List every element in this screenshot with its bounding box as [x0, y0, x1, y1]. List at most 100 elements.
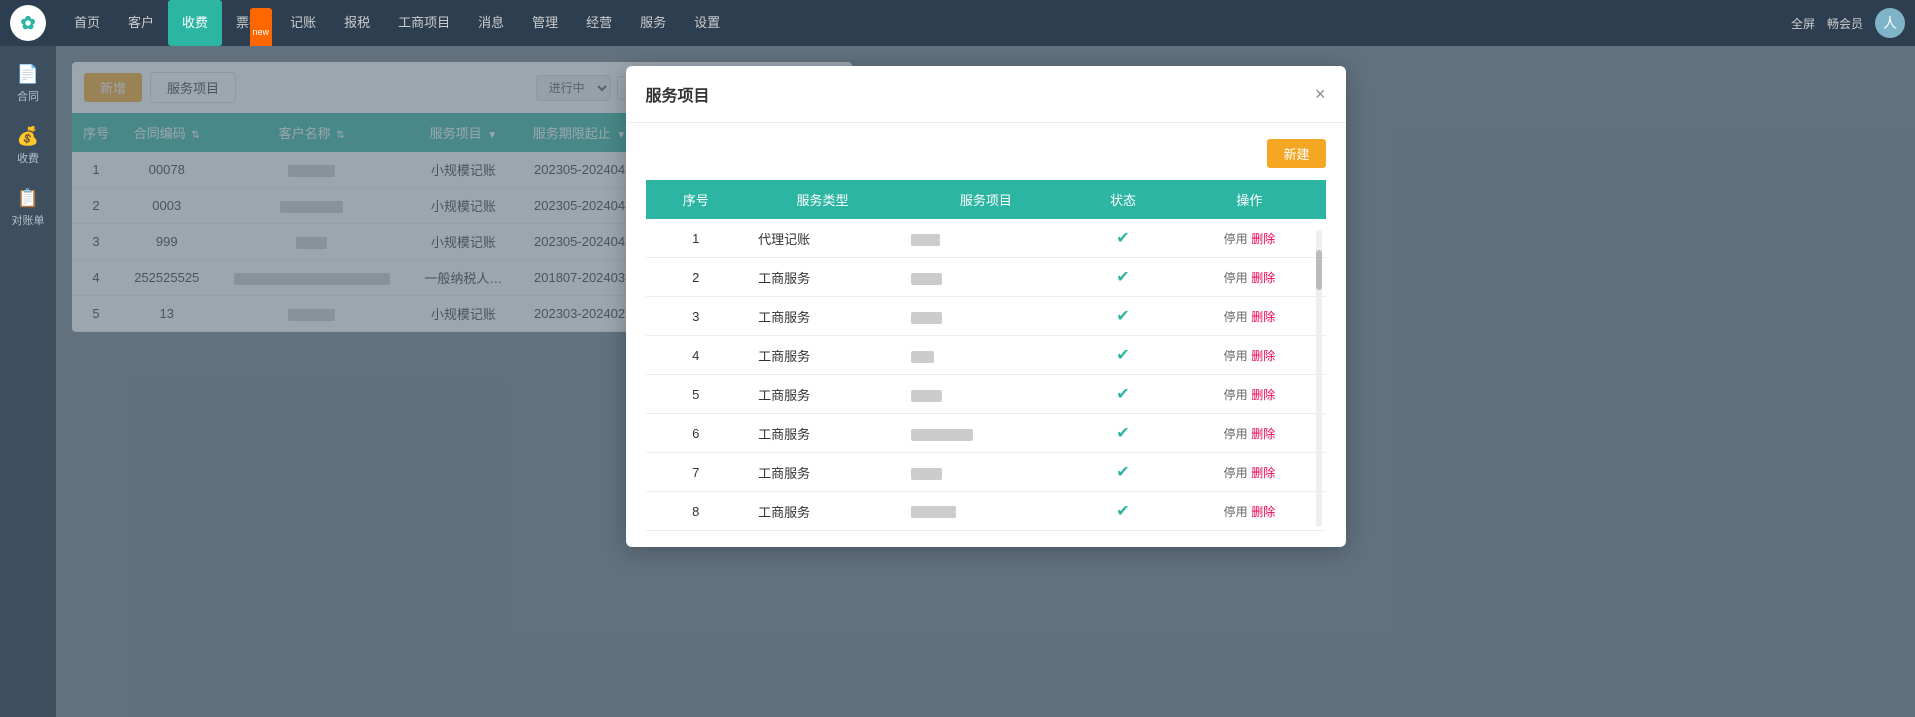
delete-button[interactable]: 删除 [1251, 347, 1275, 364]
modal-cell-status: ✔ [1073, 336, 1174, 375]
sidebar-item-reconcile[interactable]: 📋 对账单 [2, 180, 54, 236]
modal-col-seq: 序号 [646, 180, 747, 219]
nav-charges[interactable]: 收费 [168, 0, 222, 46]
modal-cell-status: ✔ [1073, 297, 1174, 336]
modal-title: 服务项目 [646, 82, 710, 106]
delete-button[interactable]: 删除 [1251, 503, 1275, 520]
modal-cell-seq: 6 [646, 414, 747, 453]
modal-overlay: 服务项目 × 新建 序号 服务类型 服务项目 [56, 46, 1915, 717]
delete-button[interactable]: 删除 [1251, 269, 1275, 286]
modal-cell-type: 工商服务 [746, 297, 899, 336]
sidebar-item-charges[interactable]: 💰 收费 [2, 118, 54, 174]
modal-cell-type: 工商服务 [746, 258, 899, 297]
stop-button[interactable]: 停用 [1224, 269, 1248, 286]
stop-button[interactable]: 停用 [1224, 503, 1248, 520]
modal-cell-type: 代理记账 [746, 219, 899, 258]
modal-cell-status: ✔ [1073, 258, 1174, 297]
service-table: 序号 服务类型 服务项目 状态 操作 1 代理记账 ███1 ✔ 停用 删除 [646, 180, 1326, 531]
list-item: 2 工商服务 ████ ✔ 停用 删除 [646, 258, 1326, 297]
service-modal: 服务项目 × 新建 序号 服务类型 服务项目 [626, 66, 1346, 547]
modal-close-button[interactable]: × [1315, 84, 1326, 105]
modal-cell-item: ████ [899, 375, 1073, 414]
scrollbar-thumb[interactable] [1316, 250, 1322, 290]
modal-cell-action: 停用 删除 [1173, 375, 1325, 414]
sidebar-item-contract[interactable]: 📄 合同 [2, 56, 54, 112]
list-item: 7 工商服务 ████ ✔ 停用 删除 [646, 453, 1326, 492]
modal-cell-status: ✔ [1073, 375, 1174, 414]
modal-cell-item: ███1 [899, 219, 1073, 258]
modal-cell-seq: 2 [646, 258, 747, 297]
modal-header: 服务项目 × [626, 66, 1346, 123]
modal-cell-item: ████ [899, 453, 1073, 492]
stop-button[interactable]: 停用 [1224, 464, 1248, 481]
modal-cell-seq: 8 [646, 492, 747, 531]
stop-button[interactable]: 停用 [1224, 230, 1248, 247]
delete-button[interactable]: 删除 [1251, 230, 1275, 247]
modal-cell-type: 工商服务 [746, 453, 899, 492]
modal-cell-action: 停用 删除 [1173, 414, 1325, 453]
nav-accounting[interactable]: 记账 [276, 0, 330, 46]
sidebar-label-reconcile: 对账单 [12, 215, 45, 227]
nav-tax[interactable]: 报税 [330, 0, 384, 46]
modal-cell-item: ████ [899, 297, 1073, 336]
modal-cell-item: ████ [899, 258, 1073, 297]
stop-button[interactable]: 停用 [1224, 425, 1248, 442]
nav-right: 全屏 畅会员 人 [1791, 8, 1905, 38]
modal-body: 新建 序号 服务类型 服务项目 状态 操作 [626, 123, 1346, 547]
modal-cell-type: 工商服务 [746, 375, 899, 414]
delete-button[interactable]: 删除 [1251, 464, 1275, 481]
list-item: 1 代理记账 ███1 ✔ 停用 删除 [646, 219, 1326, 258]
delete-button[interactable]: 删除 [1251, 386, 1275, 403]
nav-service[interactable]: 服务 [626, 0, 680, 46]
modal-toolbar: 新建 [646, 139, 1326, 168]
modal-cell-status: ✔ [1073, 414, 1174, 453]
modal-cell-seq: 7 [646, 453, 747, 492]
nav-message[interactable]: 消息 [464, 0, 518, 46]
stop-button[interactable]: 停用 [1224, 308, 1248, 325]
modal-cell-action: 停用 删除 [1173, 336, 1325, 375]
modal-cell-seq: 5 [646, 375, 747, 414]
delete-button[interactable]: 删除 [1251, 425, 1275, 442]
charges-icon: 💰 [6, 126, 50, 147]
modal-col-status: 状态 [1073, 180, 1174, 219]
modal-col-type: 服务类型 [746, 180, 899, 219]
modal-cell-status: ✔ [1073, 453, 1174, 492]
modal-col-action: 操作 [1173, 180, 1325, 219]
member-label[interactable]: 畅会员 [1827, 15, 1863, 32]
app-logo: ✿ [10, 5, 46, 41]
list-item: 6 工商服务 ████████ ✔ 停用 删除 [646, 414, 1326, 453]
sidebar: 📄 合同 💰 收费 📋 对账单 [0, 46, 56, 717]
nav-home[interactable]: 首页 [60, 0, 114, 46]
modal-cell-item: ████████ [899, 414, 1073, 453]
nav-industrial[interactable]: 工商项目 [384, 0, 464, 46]
modal-cell-action: 停用 删除 [1173, 258, 1325, 297]
modal-new-button[interactable]: 新建 [1267, 139, 1325, 168]
scrollbar-track[interactable] [1316, 230, 1322, 527]
nav-invoice[interactable]: 票据 new [222, 0, 276, 46]
reconcile-icon: 📋 [6, 188, 50, 209]
modal-cell-action: 停用 删除 [1173, 297, 1325, 336]
modal-cell-status: ✔ [1073, 492, 1174, 531]
delete-button[interactable]: 删除 [1251, 308, 1275, 325]
modal-cell-type: 工商服务 [746, 492, 899, 531]
fullscreen-label[interactable]: 全屏 [1791, 15, 1815, 32]
stop-button[interactable]: 停用 [1224, 347, 1248, 364]
modal-cell-item: ███注册 [899, 492, 1073, 531]
nav-customer[interactable]: 客户 [114, 0, 168, 46]
list-item: 8 工商服务 ███注册 ✔ 停用 删除 [646, 492, 1326, 531]
nav-settings[interactable]: 设置 [680, 0, 734, 46]
list-item: 5 工商服务 ████ ✔ 停用 删除 [646, 375, 1326, 414]
nav-manage[interactable]: 管理 [518, 0, 572, 46]
avatar[interactable]: 人 [1875, 8, 1905, 38]
list-item: 3 工商服务 ████ ✔ 停用 删除 [646, 297, 1326, 336]
list-item: 4 工商服务 ███ ✔ 停用 删除 [646, 336, 1326, 375]
main-layout: 📄 合同 💰 收费 📋 对账单 新增 服务项目 进行中 🔍 [0, 46, 1915, 717]
sidebar-label-contract: 合同 [17, 91, 39, 103]
modal-cell-item: ███ [899, 336, 1073, 375]
nav-business[interactable]: 经营 [572, 0, 626, 46]
contract-icon: 📄 [6, 64, 50, 85]
main-content: 新增 服务项目 进行中 🔍 序号 合同编码 ⇅ 客户名称 ⇅ 服务项目 [56, 46, 1915, 717]
modal-cell-action: 停用 删除 [1173, 219, 1325, 258]
modal-cell-seq: 4 [646, 336, 747, 375]
stop-button[interactable]: 停用 [1224, 386, 1248, 403]
